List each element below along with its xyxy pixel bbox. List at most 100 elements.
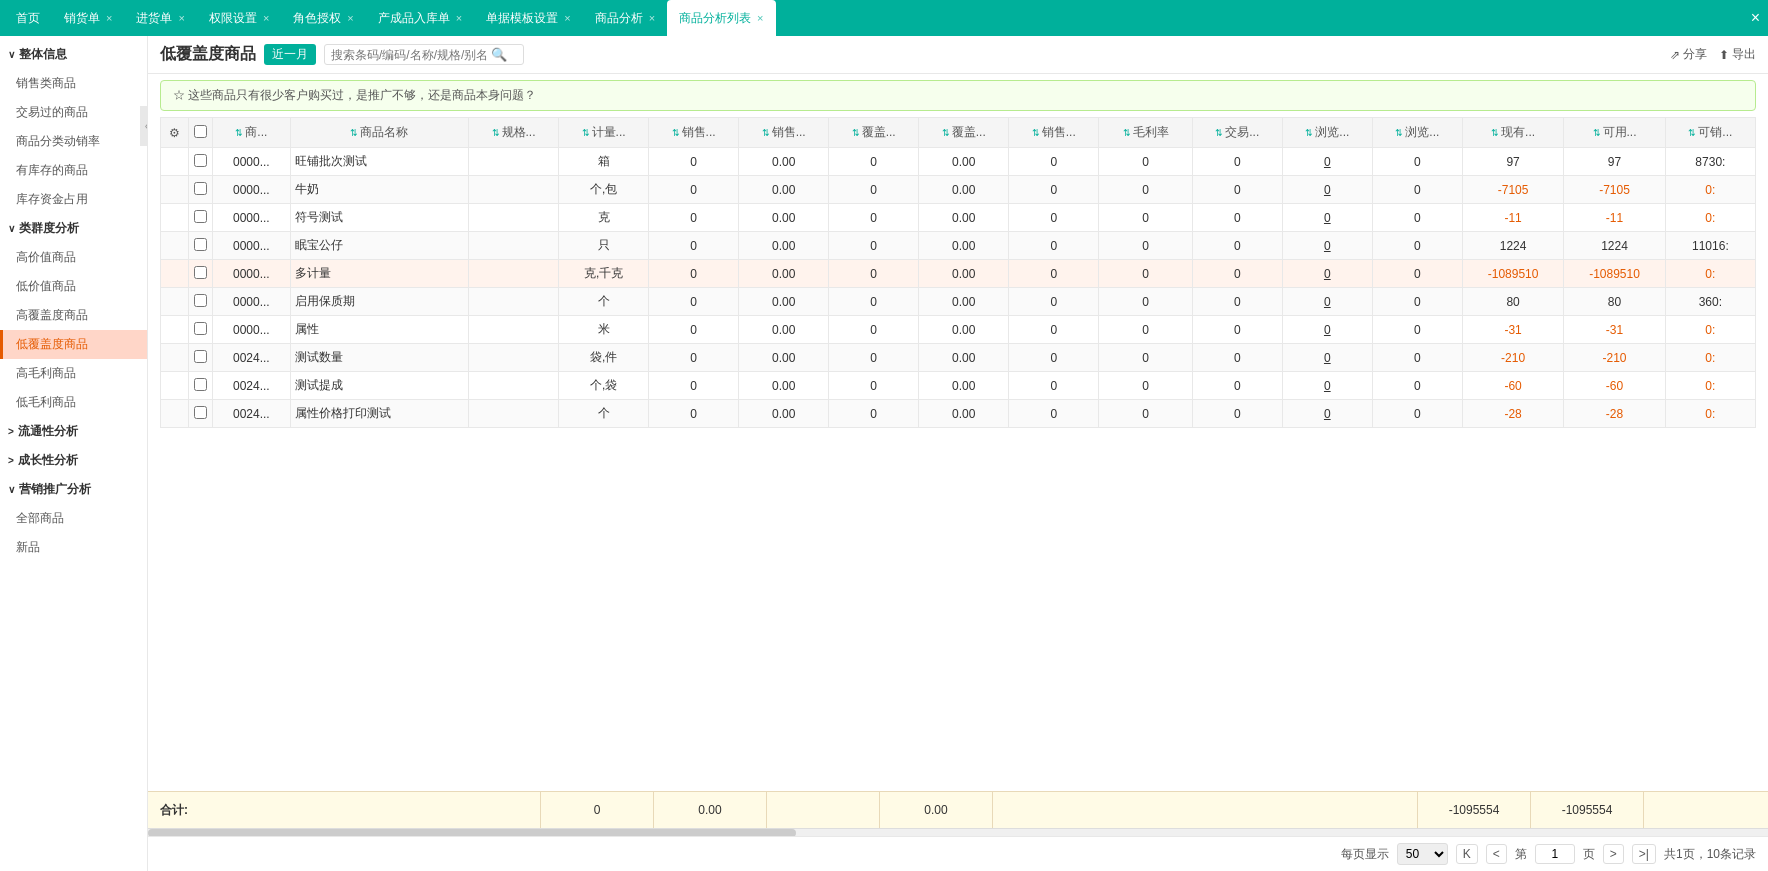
stock1-col-header[interactable]: ⇅现有... <box>1462 118 1563 148</box>
last-page-button[interactable]: >| <box>1632 844 1656 864</box>
nav-tab-home[interactable]: 首页 <box>4 0 52 36</box>
checkbox-col-header[interactable] <box>189 118 213 148</box>
row-browse1[interactable]: 0 <box>1282 316 1372 344</box>
name-col-header[interactable]: ⇅商品名称 <box>290 118 468 148</box>
sidebar-section-marketing[interactable]: ∨ 营销推广分析 <box>0 475 147 504</box>
close-all-button[interactable]: × <box>1751 9 1760 27</box>
sidebar-item-all-goods[interactable]: 全部商品 <box>0 504 147 533</box>
close-icon[interactable]: × <box>263 12 269 24</box>
row-checkbox[interactable] <box>194 238 207 251</box>
prev-page-button[interactable]: < <box>1486 844 1507 864</box>
close-icon[interactable]: × <box>178 12 184 24</box>
search-input[interactable] <box>331 48 491 62</box>
sidebar-item-new-goods[interactable]: 新品 <box>0 533 147 562</box>
row-checkbox[interactable] <box>194 294 207 307</box>
row-checkbox[interactable] <box>194 350 207 363</box>
sales-qty-col-header[interactable]: ⇅销售... <box>649 118 739 148</box>
code-col-header[interactable]: ⇅商... <box>213 118 291 148</box>
spec-col-header[interactable]: ⇅规格... <box>468 118 558 148</box>
row-browse1[interactable]: 0 <box>1282 232 1372 260</box>
row-checkbox[interactable] <box>194 154 207 167</box>
row-cover2: 0.00 <box>919 288 1009 316</box>
trade-col-header[interactable]: ⇅交易... <box>1192 118 1282 148</box>
close-icon[interactable]: × <box>347 12 353 24</box>
sidebar-collapse-button[interactable]: « <box>140 106 148 146</box>
row-checkbox[interactable] <box>194 266 207 279</box>
select-all-checkbox[interactable] <box>194 125 207 138</box>
settings-col-header[interactable]: ⚙ <box>161 118 189 148</box>
nav-tab-template[interactable]: 单据模板设置 × <box>474 0 582 36</box>
stock2-col-header[interactable]: ⇅可用... <box>1564 118 1665 148</box>
page-input[interactable] <box>1535 844 1575 864</box>
row-stock2: -210 <box>1564 344 1665 372</box>
export-icon: ⬆ <box>1719 48 1729 62</box>
row-checkbox[interactable] <box>194 210 207 223</box>
unit-col-header[interactable]: ⇅计量... <box>559 118 649 148</box>
per-page-select[interactable]: 50 100 200 <box>1397 843 1448 865</box>
browse1-col-header[interactable]: ⇅浏览... <box>1282 118 1372 148</box>
close-icon[interactable]: × <box>564 12 570 24</box>
nav-tab-production[interactable]: 产成品入库单 × <box>366 0 474 36</box>
row-browse1[interactable]: 0 <box>1282 400 1372 428</box>
stock3-col-header[interactable]: ⇅可销... <box>1665 118 1755 148</box>
sidebar-item-low-coverage[interactable]: 低覆盖度商品 <box>0 330 147 359</box>
row-browse1[interactable]: 0 <box>1282 176 1372 204</box>
row-settings <box>161 232 189 260</box>
nav-tab-permissions[interactable]: 权限设置 × <box>197 0 281 36</box>
first-page-button[interactable]: K <box>1456 844 1478 864</box>
row-browse1[interactable]: 0 <box>1282 288 1372 316</box>
sidebar-section-growth[interactable]: > 成长性分析 <box>0 446 147 475</box>
nav-tab-sales[interactable]: 销货单 × <box>52 0 124 36</box>
close-icon[interactable]: × <box>757 12 763 24</box>
row-checkbox[interactable] <box>194 378 207 391</box>
row-browse1[interactable]: 0 <box>1282 372 1372 400</box>
sidebar-item-stock-goods[interactable]: 有库存的商品 <box>0 156 147 185</box>
sales3-col-header[interactable]: ⇅销售... <box>1009 118 1099 148</box>
row-cover1: 0 <box>829 176 919 204</box>
sidebar: ∨ 整体信息 销售类商品 交易过的商品 商品分类动销率 有库存的商品 库存资金占… <box>0 36 148 871</box>
scroll-bar[interactable] <box>148 828 1768 836</box>
close-icon[interactable]: × <box>456 12 462 24</box>
sidebar-item-traded-goods[interactable]: 交易过的商品 <box>0 98 147 127</box>
sidebar-section-overall[interactable]: ∨ 整体信息 <box>0 40 147 69</box>
share-button[interactable]: ⇗ 分享 <box>1670 46 1707 63</box>
sidebar-item-high-margin[interactable]: 高毛利商品 <box>0 359 147 388</box>
sidebar-item-sales-goods[interactable]: 销售类商品 <box>0 69 147 98</box>
sidebar-section-flow[interactable]: > 流通性分析 <box>0 417 147 446</box>
sidebar-item-high-value[interactable]: 高价值商品 <box>0 243 147 272</box>
gross-col-header[interactable]: ⇅毛利率 <box>1099 118 1192 148</box>
row-browse1[interactable]: 0 <box>1282 204 1372 232</box>
sidebar-item-category-rate[interactable]: 商品分类动销率 <box>0 127 147 156</box>
nav-tab-purchase[interactable]: 进货单 × <box>124 0 196 36</box>
next-page-button[interactable]: > <box>1603 844 1624 864</box>
row-cover2: 0.00 <box>919 148 1009 176</box>
row-browse1[interactable]: 0 <box>1282 344 1372 372</box>
row-browse1[interactable]: 0 <box>1282 148 1372 176</box>
sidebar-item-high-coverage[interactable]: 高覆盖度商品 <box>0 301 147 330</box>
search-icon[interactable]: 🔍 <box>491 47 507 62</box>
close-icon[interactable]: × <box>106 12 112 24</box>
row-checkbox[interactable] <box>194 406 207 419</box>
total-stock3 <box>1644 792 1756 828</box>
row-stock2: -60 <box>1564 372 1665 400</box>
row-sales-qty: 0 <box>649 260 739 288</box>
row-checkbox[interactable] <box>194 182 207 195</box>
row-code: 0000... <box>213 260 291 288</box>
nav-tab-analysis[interactable]: 商品分析 × <box>583 0 667 36</box>
period-button[interactable]: 近一月 <box>264 44 316 65</box>
row-checkbox[interactable] <box>194 322 207 335</box>
sidebar-item-low-margin[interactable]: 低毛利商品 <box>0 388 147 417</box>
export-button[interactable]: ⬆ 导出 <box>1719 46 1756 63</box>
nav-tab-analysis-list[interactable]: 商品分析列表 × <box>667 0 775 36</box>
sidebar-item-low-value[interactable]: 低价值商品 <box>0 272 147 301</box>
cover2-col-header[interactable]: ⇅覆盖... <box>919 118 1009 148</box>
row-browse1[interactable]: 0 <box>1282 260 1372 288</box>
sidebar-section-group[interactable]: ∨ 类群度分析 <box>0 214 147 243</box>
row-sales-qty: 0 <box>649 400 739 428</box>
nav-tab-roles[interactable]: 角色授权 × <box>281 0 365 36</box>
browse2-col-header[interactable]: ⇅浏览... <box>1372 118 1462 148</box>
close-icon[interactable]: × <box>649 12 655 24</box>
cover1-col-header[interactable]: ⇅覆盖... <box>829 118 919 148</box>
sales-amt-col-header[interactable]: ⇅销售... <box>739 118 829 148</box>
sidebar-item-stock-capital[interactable]: 库存资金占用 <box>0 185 147 214</box>
